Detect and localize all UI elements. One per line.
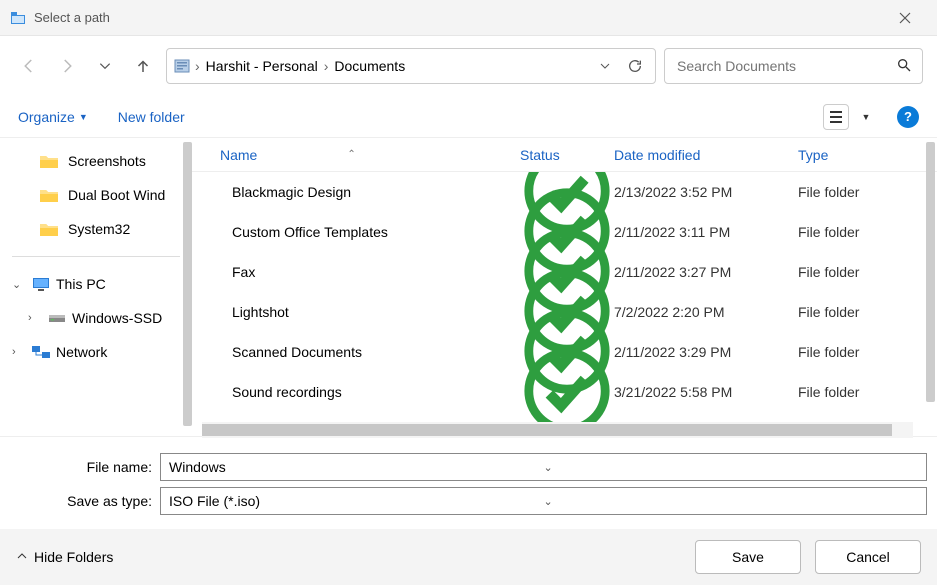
- chevron-right-icon[interactable]: ›: [324, 58, 329, 74]
- file-type: File folder: [798, 224, 937, 240]
- file-date: 2/13/2022 3:52 PM: [614, 184, 798, 200]
- file-name: Blackmagic Design: [232, 184, 351, 200]
- search-box[interactable]: [664, 48, 923, 84]
- file-list-pane: Name⌃ Status Date modified Type Blackmag…: [192, 138, 937, 436]
- pc-icon: [32, 277, 50, 291]
- column-status[interactable]: Status: [520, 147, 614, 163]
- savetype-label: Save as type:: [10, 493, 160, 509]
- network-icon: [32, 345, 50, 359]
- sidebar-item-dualboot[interactable]: Dual Boot Wind: [0, 178, 192, 212]
- file-type: File folder: [798, 344, 937, 360]
- column-headers: Name⌃ Status Date modified Type: [192, 138, 937, 172]
- file-date: 2/11/2022 3:29 PM: [614, 344, 798, 360]
- nav-sidebar: Screenshots Dual Boot Wind System32 ⌄ Th…: [0, 138, 192, 436]
- forward-button[interactable]: [52, 51, 82, 81]
- chevron-right-icon[interactable]: ›: [195, 58, 200, 74]
- file-name: Fax: [232, 264, 255, 280]
- chevron-down-icon[interactable]: ⌄: [544, 461, 919, 474]
- sidebar-this-pc-label: This PC: [56, 276, 106, 292]
- column-type[interactable]: Type: [798, 147, 937, 163]
- search-icon[interactable]: [896, 57, 912, 76]
- breadcrumb-root[interactable]: Harshit - Personal: [204, 58, 320, 74]
- chevron-down-icon[interactable]: ⌄: [12, 278, 26, 291]
- back-button[interactable]: [14, 51, 44, 81]
- refresh-button[interactable]: [621, 58, 649, 74]
- file-date: 2/11/2022 3:11 PM: [614, 224, 798, 240]
- sidebar-item-label: System32: [68, 221, 130, 237]
- sidebar-item-label: Dual Boot Wind: [68, 187, 165, 203]
- chevron-right-icon[interactable]: ›: [28, 312, 42, 324]
- folder-icon: [40, 222, 58, 236]
- breadcrumb-current[interactable]: Documents: [332, 58, 407, 74]
- drive-icon: [48, 311, 66, 325]
- filename-label: File name:: [10, 459, 160, 475]
- location-icon: [173, 57, 191, 75]
- file-name: Sound recordings: [232, 384, 342, 400]
- cancel-button[interactable]: Cancel: [815, 540, 921, 574]
- footer: Hide Folders Save Cancel: [0, 529, 937, 585]
- file-name: Custom Office Templates: [232, 224, 388, 240]
- new-folder-button[interactable]: New folder: [118, 109, 185, 125]
- sort-asc-icon: ⌃: [347, 149, 355, 160]
- file-type: File folder: [798, 264, 937, 280]
- address-bar[interactable]: › Harshit - Personal › Documents: [166, 48, 656, 84]
- sidebar-item-screenshots[interactable]: Screenshots: [0, 144, 192, 178]
- chevron-up-icon: [16, 549, 28, 565]
- horizontal-scrollbar[interactable]: [202, 422, 913, 438]
- chevron-down-icon[interactable]: ⌄: [544, 495, 919, 508]
- folder-icon: [40, 154, 58, 168]
- file-date: 7/2/2022 2:20 PM: [614, 304, 798, 320]
- sidebar-drive-label: Windows-SSD: [72, 310, 162, 326]
- column-date[interactable]: Date modified: [614, 147, 798, 163]
- savetype-field[interactable]: ISO File (*.iso) ⌄: [160, 487, 927, 515]
- view-options-dropdown[interactable]: ▼: [855, 104, 873, 130]
- file-type: File folder: [798, 184, 937, 200]
- vertical-scrollbar[interactable]: [926, 142, 935, 402]
- filename-value: Windows: [169, 459, 544, 475]
- sidebar-drive[interactable]: › Windows-SSD: [0, 301, 192, 335]
- up-button[interactable]: [128, 51, 158, 81]
- address-history-button[interactable]: [593, 60, 617, 72]
- recent-locations-button[interactable]: [90, 51, 120, 81]
- sidebar-scrollbar[interactable]: [183, 142, 192, 426]
- savetype-value: ISO File (*.iso): [169, 493, 544, 509]
- file-name: Lightshot: [232, 304, 289, 320]
- file-name: Scanned Documents: [232, 344, 362, 360]
- view-options-button[interactable]: [823, 104, 849, 130]
- file-rows: Blackmagic Design2/13/2022 3:52 PMFile f…: [192, 172, 937, 436]
- chevron-right-icon[interactable]: ›: [12, 346, 26, 358]
- hide-folders-toggle[interactable]: Hide Folders: [16, 549, 113, 565]
- search-input[interactable]: [675, 57, 896, 75]
- file-date: 2/11/2022 3:27 PM: [614, 264, 798, 280]
- column-name[interactable]: Name⌃: [220, 147, 520, 163]
- folder-icon: [40, 188, 58, 202]
- window-title: Select a path: [34, 10, 883, 25]
- hide-folders-label: Hide Folders: [34, 549, 113, 565]
- file-type: File folder: [798, 304, 937, 320]
- sidebar-item-system32[interactable]: System32: [0, 212, 192, 246]
- sidebar-this-pc[interactable]: ⌄ This PC: [0, 267, 192, 301]
- organize-menu[interactable]: Organize▼: [18, 109, 88, 125]
- help-button[interactable]: ?: [897, 106, 919, 128]
- filename-field[interactable]: Windows ⌄: [160, 453, 927, 481]
- chevron-down-icon: ▼: [79, 112, 88, 122]
- title-bar: Select a path: [0, 0, 937, 36]
- sidebar-network[interactable]: › Network: [0, 335, 192, 369]
- file-type: File folder: [798, 384, 937, 400]
- save-form: File name: Windows ⌄ Save as type: ISO F…: [0, 436, 937, 529]
- sidebar-separator: [12, 256, 180, 257]
- table-row[interactable]: Sound recordings 3/21/2022 5:58 PMFile fo…: [192, 372, 937, 412]
- toolbar: Organize▼ New folder ▼ ?: [0, 96, 937, 138]
- sidebar-item-label: Screenshots: [68, 153, 146, 169]
- nav-row: › Harshit - Personal › Documents: [0, 36, 937, 96]
- save-button[interactable]: Save: [695, 540, 801, 574]
- file-date: 3/21/2022 5:58 PM: [614, 384, 798, 400]
- close-button[interactable]: [883, 4, 927, 32]
- app-icon: [10, 10, 26, 26]
- sidebar-network-label: Network: [56, 344, 107, 360]
